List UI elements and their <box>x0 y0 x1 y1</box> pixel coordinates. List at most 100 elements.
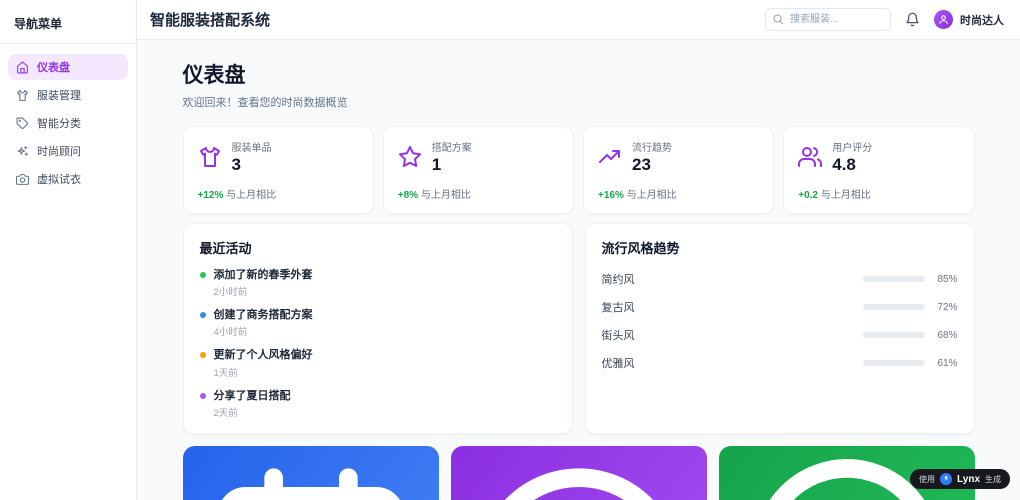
color-matching-card[interactable]: 色彩搭配 AI智能色彩匹配和和谐搭配 <box>450 445 707 500</box>
trend-label: 优雅风 <box>601 358 635 370</box>
sidebar-item-label: 服装管理 <box>37 90 81 102</box>
sidebar-item-classify[interactable]: 智能分类 <box>8 110 128 136</box>
activity-time: 1天前 <box>213 367 238 379</box>
sidebar-item-fitting[interactable]: 虚拟试衣 <box>8 166 128 192</box>
main-area: 仪表盘 欢迎回来！查看您的时尚数据概览 服装单品 3 +12% 与上月相比 搭配… <box>137 40 1020 500</box>
calendar-icon <box>199 459 423 500</box>
activity-item: 添加了新的春季外套 2小时前 <box>199 269 556 299</box>
page-title: 仪表盘 <box>182 64 246 87</box>
recent-activity-panel: 最近活动 添加了新的春季外套 2小时前 创建了商务搭配方案 4小时前 更新了个人… <box>182 223 573 434</box>
sidebar-item-label: 虚拟试衣 <box>37 174 81 186</box>
activity-text: 更新了个人风格偏好 <box>213 349 313 362</box>
progress-bar <box>862 276 925 282</box>
top-bar: 智能服装搭配系统 时尚达人 <box>137 0 1020 40</box>
stat-delta: +12% <box>197 190 224 201</box>
stat-delta-row: +0.2 与上月相比 <box>798 190 871 201</box>
stat-delta: +0.2 <box>798 190 818 201</box>
stat-value: 1 <box>431 155 442 174</box>
activity-dot <box>199 392 206 399</box>
user-icon <box>938 14 949 25</box>
sidebar-item-dashboard[interactable]: 仪表盘 <box>8 54 128 80</box>
stat-card-items: 服装单品 3 +12% 与上月相比 <box>182 126 374 214</box>
trend-label: 街头风 <box>601 330 635 342</box>
activity-item: 分享了夏日搭配 2天前 <box>199 389 556 419</box>
activity-dot <box>199 352 206 359</box>
progress-bar <box>862 360 925 366</box>
stat-card-trends: 流行趋势 23 +16% 与上月相比 <box>583 126 775 214</box>
search-icon <box>772 13 784 25</box>
tshirt-icon <box>198 145 222 169</box>
trend-percent: 68% <box>937 329 958 341</box>
avatar <box>934 10 953 29</box>
sidebar-item-label: 仪表盘 <box>37 62 70 74</box>
stat-card-outfits: 搭配方案 1 +8% 与上月相比 <box>382 126 574 214</box>
sidebar: 导航菜单 仪表盘 服装管理 智能分类 时尚顾问 虚拟试衣 <box>0 0 137 500</box>
activity-text: 创建了商务搭配方案 <box>213 309 313 322</box>
stat-label: 服装单品 <box>231 143 272 154</box>
sidebar-item-label: 时尚顾问 <box>37 146 81 158</box>
activity-list: 添加了新的春季外套 2小时前 创建了商务搭配方案 4小时前 更新了个人风格偏好 … <box>199 269 556 419</box>
star-icon <box>398 145 422 169</box>
stat-delta: +8% <box>397 190 419 201</box>
generated-with-lynx-badge[interactable]: 使用 Lynx 生成 <box>910 469 1010 489</box>
trend-row: 简约风 85% <box>602 271 958 287</box>
activity-time: 2天前 <box>213 407 238 419</box>
badge-prefix: 使用 <box>919 474 936 484</box>
activity-time: 4小时前 <box>213 327 248 339</box>
stat-label: 用户评分 <box>832 143 873 154</box>
trend-percent: 61% <box>937 357 958 369</box>
badge-suffix: 生成 <box>985 474 1001 484</box>
sidebar-title: 导航菜单 <box>0 0 136 44</box>
stat-value: 3 <box>231 155 241 174</box>
bell-icon[interactable] <box>905 12 920 27</box>
sidebar-nav: 仪表盘 服装管理 智能分类 时尚顾问 虚拟试衣 <box>0 44 136 202</box>
stat-delta-row: +16% 与上月相比 <box>598 190 677 201</box>
app-title: 智能服装搭配系统 <box>150 12 271 29</box>
stat-cards: 服装单品 3 +12% 与上月相比 搭配方案 1 +8% 与上月相比 流行趋势 … <box>182 126 975 214</box>
stat-label: 流行趋势 <box>632 143 672 154</box>
trend-row: 街头风 68% <box>602 327 958 343</box>
progress-bar <box>862 332 925 338</box>
activity-text: 分享了夏日搭配 <box>213 389 291 402</box>
stat-label: 搭配方案 <box>431 143 472 154</box>
trend-list: 简约风 85% 复古风 72% 街头风 68% 优雅风 61% <box>602 271 958 371</box>
camera-icon <box>16 173 29 186</box>
topbar-right: 时尚达人 <box>765 8 1004 31</box>
lynx-logo-icon <box>940 473 953 485</box>
trend-row: 优雅风 61% <box>602 355 958 371</box>
today-recommendation-card[interactable]: 今日推荐 基于天气和日程的智能搭配建议 <box>182 445 439 500</box>
search-box <box>765 8 891 31</box>
sparkles-icon <box>16 145 29 158</box>
badge-brand: Lynx <box>957 473 980 485</box>
stat-delta: +16% <box>598 190 624 201</box>
users-icon <box>798 145 823 169</box>
activity-dot <box>199 312 206 319</box>
activity-item: 创建了商务搭配方案 4小时前 <box>199 309 556 339</box>
style-trends-title: 流行风格趋势 <box>601 241 680 256</box>
activity-text: 添加了新的春季外套 <box>213 269 313 281</box>
trend-up-icon <box>598 145 622 169</box>
trend-label: 简约风 <box>601 274 635 286</box>
trend-percent: 85% <box>937 273 958 285</box>
tag-icon <box>16 117 29 130</box>
stat-card-rating: 用户评分 4.8 +0.2 与上月相比 <box>783 126 975 214</box>
trend-label: 复古风 <box>601 302 635 314</box>
sidebar-item-advisor[interactable]: 时尚顾问 <box>8 138 128 164</box>
stat-value: 4.8 <box>832 155 856 174</box>
activity-dot <box>199 272 206 278</box>
user-menu[interactable]: 时尚达人 <box>934 10 1004 29</box>
activity-time: 2小时前 <box>213 287 248 299</box>
page-subtitle: 欢迎回来！查看您的时尚数据概览 <box>182 97 348 109</box>
sidebar-item-clothing[interactable]: 服装管理 <box>8 82 128 108</box>
activity-item: 更新了个人风格偏好 1天前 <box>199 349 556 379</box>
recent-activity-title: 最近活动 <box>199 241 252 256</box>
action-cards: 今日推荐 基于天气和日程的智能搭配建议 色彩搭配 AI智能色彩匹配和和谐搭配 场… <box>182 445 975 500</box>
progress-bar <box>862 304 925 310</box>
stat-value: 23 <box>632 155 651 174</box>
style-trends-panel: 流行风格趋势 简约风 85% 复古风 72% 街头风 68% 优雅风 61% <box>584 223 975 434</box>
sidebar-item-label: 智能分类 <box>37 118 81 130</box>
stat-delta-row: +8% 与上月相比 <box>397 190 471 201</box>
user-name: 时尚达人 <box>960 14 1004 27</box>
stat-delta-row: +12% 与上月相比 <box>197 190 277 201</box>
tshirt-icon <box>16 89 29 102</box>
